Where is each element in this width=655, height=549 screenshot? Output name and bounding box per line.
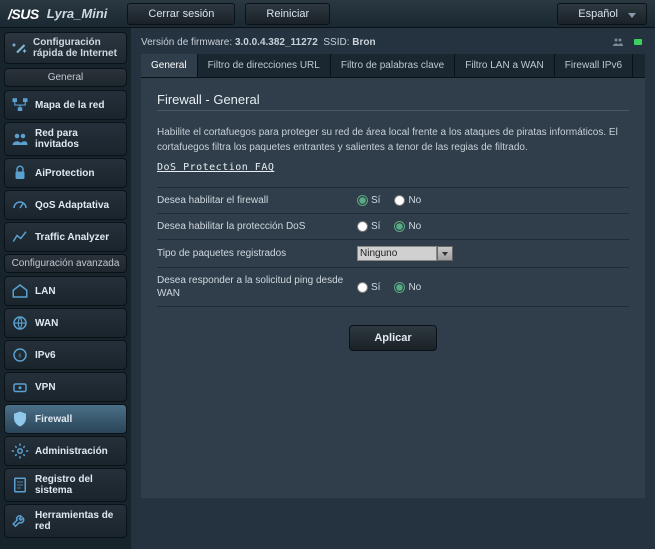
sidebar-item-guest-network[interactable]: Red para invitados xyxy=(4,122,127,156)
sidebar-item-network-map[interactable]: Mapa de la red xyxy=(4,90,127,120)
sidebar-item-syslog[interactable]: Registro del sistema xyxy=(4,468,127,502)
select-value: Ninguno xyxy=(357,246,437,261)
tab-bar: General Filtro de direcciones URL Filtro… xyxy=(141,54,645,78)
globe-icon xyxy=(11,314,29,332)
nav-label: Traffic Analyzer xyxy=(35,232,109,243)
sidebar-general-header: General xyxy=(4,68,127,87)
gauge-icon xyxy=(11,196,29,214)
radio-yes[interactable]: Sí xyxy=(357,282,380,293)
faq-link[interactable]: DoS Protection FAQ xyxy=(157,162,274,173)
quick-setup-button[interactable]: Configuración rápida de Internet xyxy=(4,32,127,64)
content-panel: Firewall - General Habilite el cortafueg… xyxy=(141,78,645,498)
quick-setup-label: Configuración rápida de Internet xyxy=(33,37,120,59)
settings-form: Desea habilitar el firewall Sí No Desea … xyxy=(157,187,629,307)
firmware-line: Versión de firmware: 3.0.0.4.382_11272 S… xyxy=(141,36,645,48)
ssid-value: Bron xyxy=(352,37,375,48)
logout-button[interactable]: Cerrar sesión xyxy=(127,3,235,25)
ipv6-icon: 6 xyxy=(11,346,29,364)
panel-title: Firewall - General xyxy=(157,92,629,107)
lock-icon xyxy=(11,164,29,182)
nav-label: IPv6 xyxy=(35,350,56,361)
main-panel: Versión de firmware: 3.0.0.4.382_11272 S… xyxy=(131,28,655,549)
wand-icon xyxy=(11,39,29,57)
chart-icon xyxy=(11,228,29,246)
radio-yes[interactable]: Sí xyxy=(357,195,380,206)
model-name: Lyra_Mini xyxy=(47,6,108,21)
row-enable-firewall: Desea habilitar el firewall Sí No xyxy=(157,187,629,213)
radio-no[interactable]: No xyxy=(394,282,421,293)
row-label: Desea habilitar la protección DoS xyxy=(157,220,357,233)
tab-url-filter[interactable]: Filtro de direcciones URL xyxy=(198,54,331,77)
ssid-label: SSID: xyxy=(323,37,349,48)
nav-label: Herramientas de red xyxy=(35,510,120,532)
tab-keyword-filter[interactable]: Filtro de palabras clave xyxy=(331,54,455,77)
row-label: Desea habilitar el firewall xyxy=(157,194,357,207)
nav-label: WAN xyxy=(35,318,58,329)
radio-no[interactable]: No xyxy=(394,221,421,232)
network-map-icon xyxy=(11,96,29,114)
chevron-down-icon xyxy=(437,246,453,261)
reboot-button[interactable]: Reiniciar xyxy=(245,3,330,25)
top-header: /SUS Lyra_Mini Cerrar sesión Reiniciar E… xyxy=(0,0,655,28)
nav-label: QoS Adaptativa xyxy=(35,200,109,211)
tab-firewall-ipv6[interactable]: Firewall IPv6 xyxy=(555,54,633,77)
radio-no[interactable]: No xyxy=(394,195,421,206)
nav-label: Firewall xyxy=(35,414,72,425)
nav-label: Administración xyxy=(35,446,108,457)
nav-label: LAN xyxy=(35,286,56,297)
shield-icon xyxy=(11,410,29,428)
link-status-icon[interactable] xyxy=(631,36,645,48)
nav-label: Mapa de la red xyxy=(35,100,104,111)
sidebar-item-wan[interactable]: WAN xyxy=(4,308,127,338)
sidebar-item-firewall[interactable]: Firewall xyxy=(4,404,127,434)
fw-label: Versión de firmware: xyxy=(141,37,232,48)
sidebar-item-aiprotection[interactable]: AiProtection xyxy=(4,158,127,188)
sidebar-item-traffic[interactable]: Traffic Analyzer xyxy=(4,222,127,252)
sidebar-item-lan[interactable]: LAN xyxy=(4,276,127,306)
nav-label: VPN xyxy=(35,382,56,393)
row-label: Tipo de paquetes registrados xyxy=(157,247,357,260)
sidebar-item-vpn[interactable]: VPN xyxy=(4,372,127,402)
sidebar-advanced-header: Configuración avanzada xyxy=(4,254,127,273)
apply-button[interactable]: Aplicar xyxy=(349,325,436,351)
nav-label: Red para invitados xyxy=(35,128,120,150)
nav-label: Registro del sistema xyxy=(35,474,120,496)
sidebar-item-nettools[interactable]: Herramientas de red xyxy=(4,504,127,538)
tab-general[interactable]: General xyxy=(141,54,198,77)
divider xyxy=(157,110,629,111)
document-icon xyxy=(11,476,29,494)
language-button[interactable]: Español xyxy=(557,3,647,25)
radio-yes[interactable]: Sí xyxy=(357,221,380,232)
guest-icon xyxy=(11,130,29,148)
home-icon xyxy=(11,282,29,300)
brand-logo: /SUS xyxy=(8,6,39,22)
nav-label: AiProtection xyxy=(35,168,94,179)
tools-icon xyxy=(11,512,29,530)
users-icon[interactable] xyxy=(611,36,625,48)
row-label: Desea responder a la solicitud ping desd… xyxy=(157,274,357,300)
language-selector[interactable]: Español xyxy=(557,3,647,25)
vpn-icon xyxy=(11,378,29,396)
gear-icon xyxy=(11,442,29,460)
row-packet-type: Tipo de paquetes registrados Ninguno xyxy=(157,239,629,267)
row-enable-dos: Desea habilitar la protección DoS Sí No xyxy=(157,213,629,239)
row-ping-wan: Desea responder a la solicitud ping desd… xyxy=(157,267,629,307)
tab-lan-wan-filter[interactable]: Filtro LAN a WAN xyxy=(455,54,555,77)
packet-type-select[interactable]: Ninguno xyxy=(357,246,453,261)
sidebar: Configuración rápida de Internet General… xyxy=(0,28,131,549)
sidebar-item-admin[interactable]: Administración xyxy=(4,436,127,466)
sidebar-item-ipv6[interactable]: 6 IPv6 xyxy=(4,340,127,370)
svg-text:6: 6 xyxy=(19,353,22,359)
fw-version: 3.0.0.4.382_11272 xyxy=(235,37,318,48)
panel-description: Habilite el cortafuegos para proteger su… xyxy=(157,125,629,155)
sidebar-item-qos[interactable]: QoS Adaptativa xyxy=(4,190,127,220)
